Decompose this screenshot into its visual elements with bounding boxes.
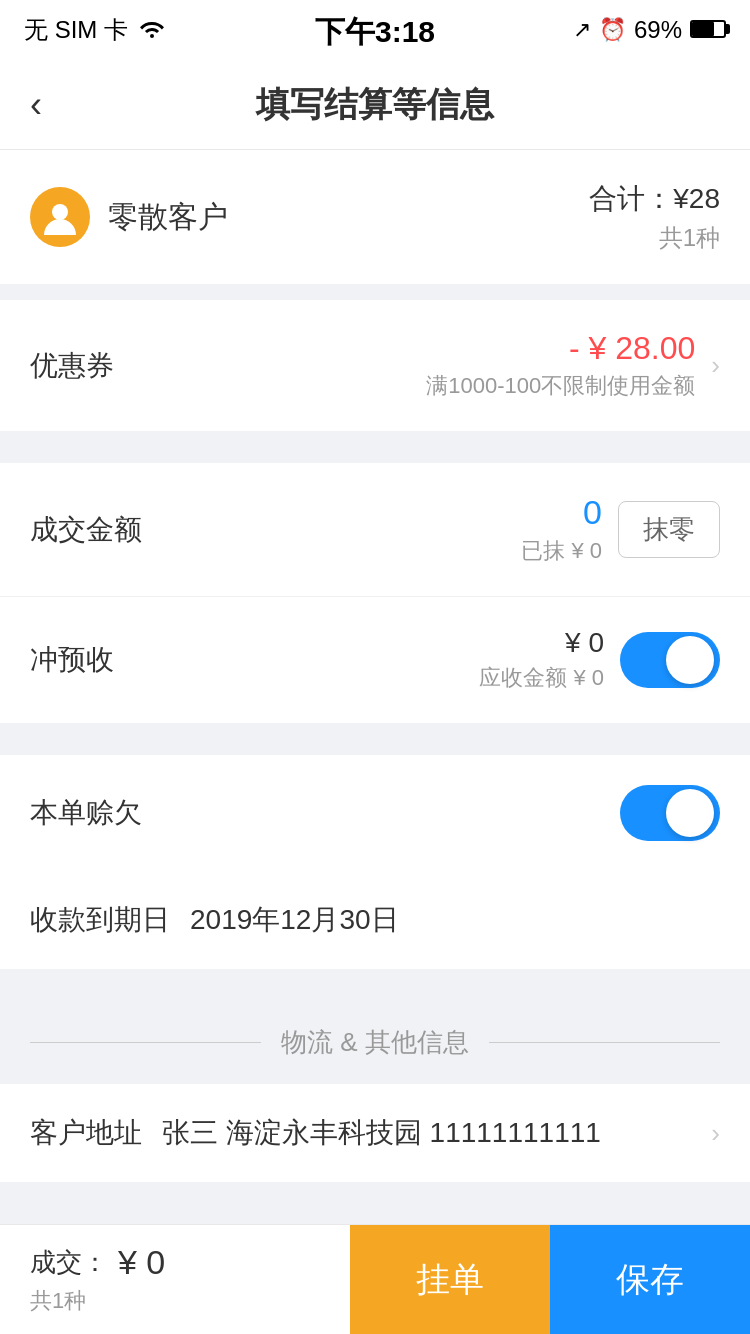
deal-amount-value: 0	[521, 493, 602, 532]
back-button[interactable]: ‹	[30, 84, 42, 126]
customer-right: 合计：¥28 共1种	[589, 180, 720, 254]
logistics-header: 物流 & 其他信息	[0, 1001, 750, 1084]
divider-2	[0, 739, 750, 755]
prepay-receivable: 应收金额 ¥ 0	[479, 663, 604, 693]
status-right: ↗ ⏰ 69%	[573, 16, 726, 44]
coupon-discount: - ¥ 28.00	[426, 330, 695, 367]
deal-amount-block: 0 已抹 ¥ 0	[521, 493, 602, 566]
bottom-deal: 成交： ¥ 0	[30, 1243, 320, 1282]
bottom-left: 成交： ¥ 0 共1种	[0, 1243, 350, 1316]
header-line-right	[489, 1042, 720, 1043]
coupon-description: 满1000-100不限制使用金额	[426, 371, 695, 401]
coupon-chevron-icon: ›	[711, 350, 720, 381]
prepay-toggle[interactable]	[620, 632, 720, 688]
address-row[interactable]: 客户地址 张三 海淀永丰科技园 11111111111 ›	[0, 1084, 750, 1182]
address-chevron-icon: ›	[711, 1118, 720, 1149]
deal-prepay-section: 成交金额 0 已抹 ¥ 0 抹零 冲预收 ¥ 0 应收金额 ¥ 0	[0, 463, 750, 723]
debt-right	[620, 785, 720, 841]
customer-count: 共1种	[589, 222, 720, 254]
battery-icon	[690, 16, 726, 44]
customer-avatar	[30, 187, 90, 247]
battery-percent: 69%	[634, 16, 682, 44]
molin-button[interactable]: 抹零	[618, 501, 720, 558]
divider-1	[0, 447, 750, 463]
customer-section: 零散客户 合计：¥28 共1种	[0, 150, 750, 284]
header-line-left	[30, 1042, 261, 1043]
coupon-label: 优惠券	[30, 347, 114, 385]
due-date-value: 2019年12月30日	[190, 901, 399, 939]
debt-section: 本单赊欠 收款到期日 2019年12月30日	[0, 755, 750, 969]
deal-already-text: 已抹 ¥ 0	[521, 536, 602, 566]
due-date-label: 收款到期日	[30, 901, 170, 939]
nav-bar: ‹ 填写结算等信息	[0, 60, 750, 150]
coupon-row[interactable]: 优惠券 - ¥ 28.00 满1000-100不限制使用金额 ›	[0, 300, 750, 431]
due-date-row: 收款到期日 2019年12月30日	[0, 871, 750, 969]
bottom-deal-label: 成交：	[30, 1245, 108, 1280]
customer-total: 合计：¥28	[589, 180, 720, 218]
coupon-value-block: - ¥ 28.00 满1000-100不限制使用金额	[426, 330, 695, 401]
status-time: 下午3:18	[315, 12, 435, 53]
coupon-section: 优惠券 - ¥ 28.00 满1000-100不限制使用金额 ›	[0, 300, 750, 431]
hang-button[interactable]: 挂单	[350, 1225, 550, 1335]
prepay-value-block: ¥ 0 应收金额 ¥ 0	[479, 627, 604, 693]
page-title: 填写结算等信息	[256, 82, 494, 128]
wifi-icon	[138, 16, 166, 44]
alarm-icon: ⏰	[599, 17, 626, 43]
toggle-knob	[666, 636, 714, 684]
bottom-deal-amount: ¥ 0	[118, 1243, 165, 1282]
coupon-right: - ¥ 28.00 满1000-100不限制使用金额 ›	[426, 330, 720, 401]
logistics-header-text: 物流 & 其他信息	[281, 1025, 469, 1060]
prepay-label: 冲预收	[30, 641, 114, 679]
debt-row: 本单赊欠	[0, 755, 750, 871]
divider-3	[0, 985, 750, 1001]
save-button[interactable]: 保存	[550, 1225, 750, 1335]
svg-point-0	[52, 204, 68, 220]
customer-name: 零散客户	[108, 197, 228, 238]
carrier-text: 无 SIM 卡	[24, 14, 128, 46]
deal-amount-label: 成交金额	[30, 511, 142, 549]
prepay-right: ¥ 0 应收金额 ¥ 0	[479, 627, 720, 693]
bottom-bar: 成交： ¥ 0 共1种 挂单 保存	[0, 1224, 750, 1334]
address-value: 张三 海淀永丰科技园 11111111111	[162, 1114, 711, 1152]
content: 零散客户 合计：¥28 共1种 优惠券 - ¥ 28.00 满1000-100不…	[0, 150, 750, 1302]
customer-left: 零散客户	[30, 187, 228, 247]
debt-toggle[interactable]	[620, 785, 720, 841]
prepay-amount: ¥ 0	[479, 627, 604, 659]
location-icon: ↗	[573, 17, 591, 43]
prepay-row: 冲预收 ¥ 0 应收金额 ¥ 0	[0, 596, 750, 723]
status-bar: 无 SIM 卡 下午3:18 ↗ ⏰ 69%	[0, 0, 750, 60]
debt-label: 本单赊欠	[30, 794, 142, 832]
deal-amount-right: 0 已抹 ¥ 0 抹零	[521, 493, 720, 566]
bottom-count: 共1种	[30, 1286, 320, 1316]
deal-amount-row: 成交金额 0 已抹 ¥ 0 抹零	[0, 463, 750, 596]
debt-toggle-knob	[666, 789, 714, 837]
address-label: 客户地址	[30, 1114, 142, 1152]
status-left: 无 SIM 卡	[24, 14, 166, 46]
